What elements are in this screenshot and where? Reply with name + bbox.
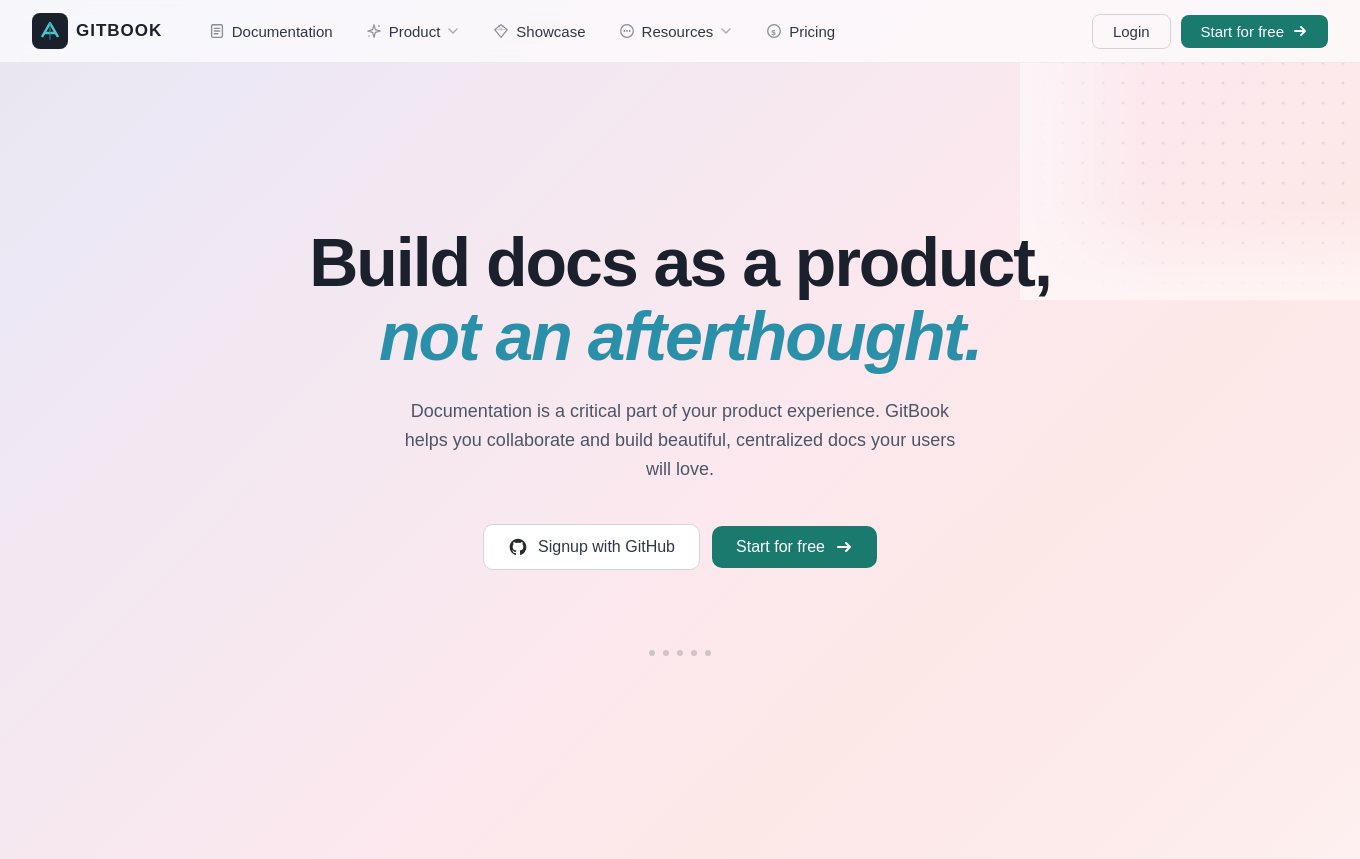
hero-title-line2: not an afterthought. <box>379 298 981 374</box>
navbar: GITBOOK Documentation Product <box>0 0 1360 63</box>
hero-subtitle: Documentation is a critical part of your… <box>390 397 970 483</box>
logo[interactable]: GITBOOK <box>32 13 162 49</box>
product-chevron-icon <box>446 24 460 38</box>
github-signup-label: Signup with GitHub <box>538 538 675 556</box>
sparkle-icon <box>365 22 383 40</box>
circle-dots-icon <box>618 22 636 40</box>
svg-text:$: $ <box>772 28 777 37</box>
resources-chevron-icon <box>719 24 733 38</box>
login-button[interactable]: Login <box>1092 14 1171 49</box>
nav-item-pricing[interactable]: $ Pricing <box>751 14 849 48</box>
nav-documentation-label: Documentation <box>232 23 333 40</box>
nav-links: Documentation Product Showcase <box>194 14 849 48</box>
hero-title: Build docs as a product, not an aftertho… <box>309 226 1051 373</box>
hero-title-line1: Build docs as a product, <box>309 224 1051 300</box>
nav-showcase-label: Showcase <box>516 23 585 40</box>
start-button-nav-label: Start for free <box>1201 23 1284 40</box>
nav-item-product[interactable]: Product <box>351 14 475 48</box>
svg-point-12 <box>623 30 625 32</box>
hero-section: Build docs as a product, not an aftertho… <box>0 0 1360 859</box>
hero-buttons: Signup with GitHub Start for free <box>309 524 1051 570</box>
hero-content: Build docs as a product, not an aftertho… <box>309 226 1051 655</box>
gitbook-logo-icon <box>32 13 68 49</box>
diamond-icon <box>492 22 510 40</box>
arrow-right-icon <box>835 538 853 556</box>
start-free-label: Start for free <box>736 538 825 556</box>
github-icon <box>508 537 528 557</box>
tag-icon: $ <box>765 22 783 40</box>
book-icon <box>208 22 226 40</box>
nav-pricing-label: Pricing <box>789 23 835 40</box>
nav-actions: Login Start for free <box>1092 14 1328 49</box>
svg-point-10 <box>368 35 369 36</box>
svg-point-14 <box>628 30 630 32</box>
arrow-right-icon-nav <box>1292 23 1308 39</box>
bottom-dots-decoration <box>309 650 1051 656</box>
start-free-button[interactable]: Start for free <box>712 526 877 568</box>
nav-resources-label: Resources <box>642 23 714 40</box>
nav-item-showcase[interactable]: Showcase <box>478 14 599 48</box>
nav-item-documentation[interactable]: Documentation <box>194 14 347 48</box>
start-button-nav[interactable]: Start for free <box>1181 15 1328 48</box>
logo-text: GITBOOK <box>76 21 162 41</box>
svg-point-13 <box>626 30 628 32</box>
svg-point-9 <box>378 25 380 27</box>
github-signup-button[interactable]: Signup with GitHub <box>483 524 700 570</box>
nav-product-label: Product <box>389 23 441 40</box>
nav-item-resources[interactable]: Resources <box>604 14 748 48</box>
